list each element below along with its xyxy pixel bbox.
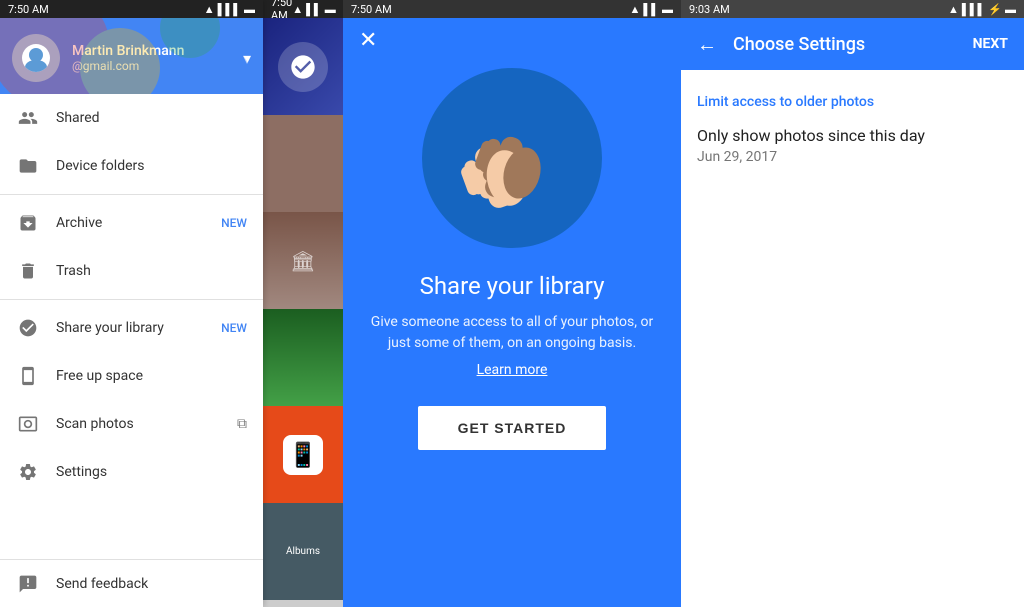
settings-option-date: Jun 29, 2017: [697, 149, 1008, 165]
sidebar-item-trash-label: Trash: [56, 263, 247, 279]
feedback-icon: [16, 574, 40, 594]
share-library-icon: [16, 318, 40, 338]
settings-next-button[interactable]: NEXT: [973, 36, 1008, 52]
signal-icon: ▌▌▌: [218, 3, 241, 16]
sidebar-item-trash[interactable]: Trash: [0, 247, 263, 295]
share-library-badge: NEW: [221, 321, 247, 335]
photo-cell-3: 🏛: [263, 212, 343, 309]
sidebar-item-scan-photos[interactable]: Scan photos ⧉: [0, 400, 263, 448]
share-battery-icon: ▬: [662, 3, 673, 16]
learn-more-link[interactable]: Learn more: [477, 362, 548, 378]
archive-badge: NEW: [221, 216, 247, 230]
scan-photos-icon: [16, 414, 40, 434]
share-illustration: [422, 68, 602, 248]
free-space-icon: [16, 366, 40, 386]
trash-icon: [16, 261, 40, 281]
share-panel-description: Give someone access to all of your photo…: [367, 312, 657, 354]
share-status-bar: 7:50 AM ▲ ▌▌ ▬: [343, 0, 681, 18]
photos-status-icons: ▲ ▌▌ ▬: [292, 3, 335, 16]
sidebar-item-shared[interactable]: Shared: [0, 94, 263, 142]
settings-charging-icon: ⚡: [988, 3, 1002, 16]
settings-header: ← Choose Settings NEXT: [681, 18, 1024, 70]
photos-status-bar: 7:50 AM ▲ ▌▌ ▬: [263, 0, 343, 18]
share-wifi-icon: ▲: [630, 3, 641, 16]
settings-status-bar: 9:03 AM ▲ ▌▌▌ ⚡ ▬: [681, 0, 1024, 18]
settings-battery-icon: ▬: [1005, 3, 1016, 16]
battery-icon: ▬: [244, 3, 255, 16]
share-close-button[interactable]: ✕: [359, 28, 377, 53]
sidebar-item-shared-label: Shared: [56, 110, 247, 126]
settings-time: 9:03 AM: [689, 3, 730, 16]
photo-cell-4: [263, 309, 343, 406]
settings-panel: 9:03 AM ▲ ▌▌▌ ⚡ ▬ ← Choose Settings NEXT…: [681, 0, 1024, 607]
settings-status-icons: ▲ ▌▌▌ ⚡ ▬: [948, 3, 1016, 16]
settings-signal-icon: ▌▌▌: [962, 3, 985, 16]
send-feedback-label: Send feedback: [56, 576, 148, 592]
sidebar-header: Martin Brinkmann @gmail.com ▾: [0, 18, 263, 94]
photo-cell-2: [263, 115, 343, 212]
sidebar-item-device-folders[interactable]: Device folders: [0, 142, 263, 190]
sidebar-item-free-space-label: Free up space: [56, 368, 247, 384]
settings-option-label: Only show photos since this day: [697, 126, 1008, 145]
photos-grid: 🏛 📱 Albums: [263, 18, 343, 600]
g-circle-blue: [200, 48, 250, 94]
nav-divider-2: [0, 299, 263, 300]
photo-cell-6: Albums: [263, 503, 343, 600]
sidebar-item-archive-label: Archive: [56, 215, 221, 231]
scan-photos-external-icon: ⧉: [237, 416, 247, 432]
sidebar-item-settings-label: Settings: [56, 464, 247, 480]
sidebar-item-settings[interactable]: Settings: [0, 448, 263, 496]
avatar-person: [22, 44, 50, 72]
sidebar-panel: 7:50 AM ▲ ▌▌▌ ▬ Martin Brinkmann @gmail.…: [0, 0, 263, 607]
share-panel-title: Share your library: [420, 272, 605, 300]
sidebar-item-share-library[interactable]: Share your library NEW: [0, 304, 263, 352]
photos-panel: 7:50 AM ▲ ▌▌ ▬ 🏛 📱 Albums: [263, 0, 343, 607]
settings-title: Choose Settings: [733, 34, 973, 55]
share-signal-icon: ▌▌: [643, 3, 659, 16]
sidebar-item-device-folders-label: Device folders: [56, 158, 247, 174]
settings-content: Limit access to older photos Only show p…: [681, 70, 1024, 189]
device-folders-icon: [16, 156, 40, 176]
shared-icon: [16, 108, 40, 128]
share-time: 7:50 AM: [351, 3, 392, 16]
sidebar-item-archive[interactable]: Archive NEW: [0, 199, 263, 247]
sidebar-status-icons: ▲ ▌▌▌ ▬: [204, 3, 255, 16]
photos-battery-icon: ▬: [325, 3, 336, 16]
photos-wifi-icon: ▲: [292, 3, 303, 16]
settings-wifi-icon: ▲: [948, 3, 959, 16]
share-library-panel: 7:50 AM ▲ ▌▌ ▬ ✕: [343, 0, 681, 607]
sidebar-nav: Shared Device folders Archive NEW Trash: [0, 94, 263, 559]
g-circle-yellow: [80, 28, 160, 94]
settings-back-button[interactable]: ←: [697, 32, 717, 57]
sidebar-item-share-library-label: Share your library: [56, 320, 221, 336]
settings-section-title: Limit access to older photos: [697, 94, 1008, 110]
photo-cell-1: [263, 18, 343, 115]
sidebar-item-scan-photos-label: Scan photos: [56, 416, 237, 432]
nav-divider-1: [0, 194, 263, 195]
sidebar-time: 7:50 AM: [8, 3, 49, 16]
photos-signal-icon: ▌▌: [306, 3, 322, 16]
share-status-icons: ▲ ▌▌ ▬: [630, 3, 673, 16]
wifi-icon: ▲: [204, 3, 215, 16]
get-started-button[interactable]: GET STARTED: [418, 406, 607, 450]
photo-cell-5: 📱: [263, 406, 343, 503]
sidebar-item-free-space[interactable]: Free up space: [0, 352, 263, 400]
hands-svg: [432, 78, 592, 238]
sidebar-status-bar: 7:50 AM ▲ ▌▌▌ ▬: [0, 0, 263, 18]
archive-icon: [16, 213, 40, 233]
settings-icon: [16, 462, 40, 482]
send-feedback-button[interactable]: Send feedback: [0, 559, 263, 607]
